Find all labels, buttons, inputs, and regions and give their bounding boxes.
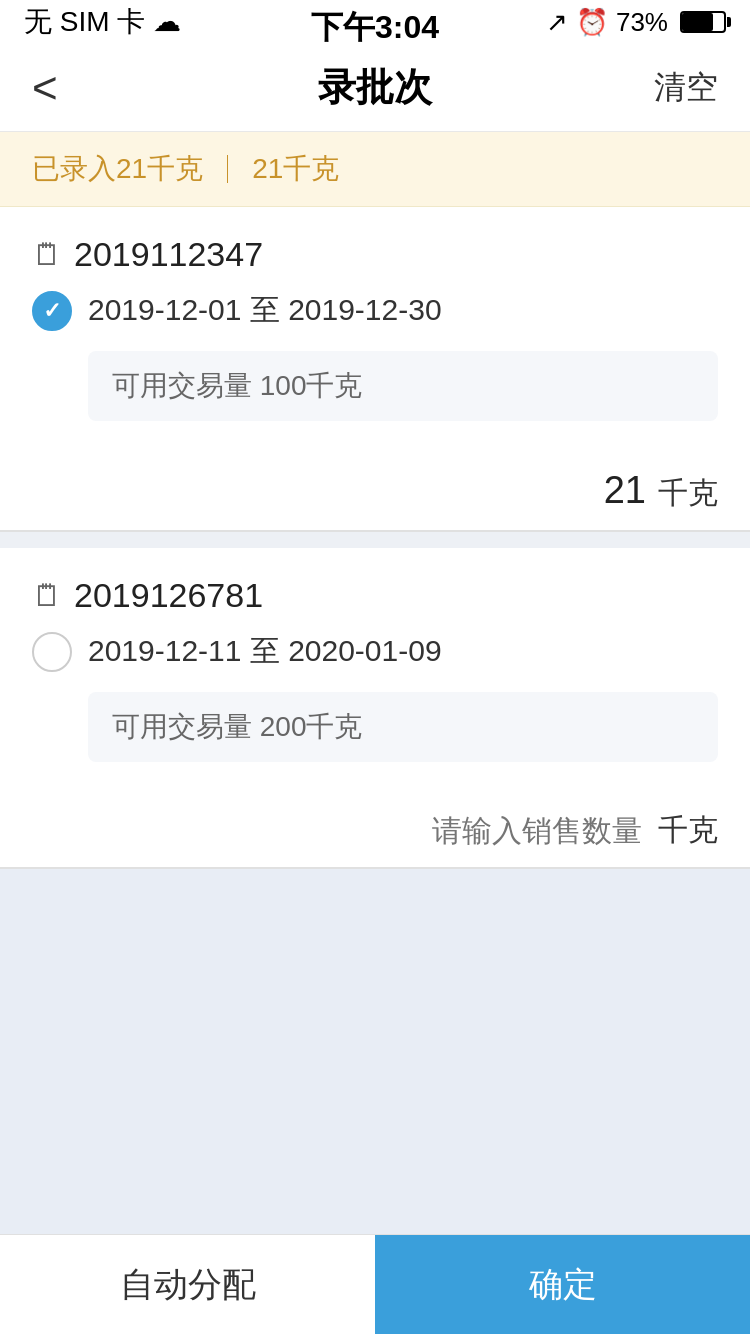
status-bar: 无 SIM 卡 ☁ 下午3:04 ↗ ⏰ 73% [0, 0, 750, 44]
doc-icon-2: 🗒 [32, 579, 62, 613]
clear-button[interactable]: 清空 [654, 66, 718, 110]
batch-2-radio[interactable] [32, 632, 72, 672]
batch-2-date-row[interactable]: 2019-12-11 至 2020-01-09 [32, 631, 718, 672]
battery-percent: 73% [616, 7, 668, 38]
batch-1-amount-row: 21 千克 [0, 449, 750, 532]
batch-1-amount-value: 21 [604, 469, 646, 512]
summary-banner: 已录入21千克 21千克 [0, 132, 750, 207]
batch-1-avail: 可用交易量 100千克 [88, 351, 718, 421]
batch-2-header: 🗒 2019126781 [32, 576, 718, 615]
batch-2-number: 2019126781 [74, 576, 263, 615]
empty-area [0, 869, 750, 1269]
battery-icon [680, 11, 726, 33]
batch-1-amount-unit: 千克 [658, 473, 718, 514]
bottom-bar: 自动分配 确定 [0, 1234, 750, 1334]
batch-1-number: 2019112347 [74, 235, 263, 274]
doc-icon-1: 🗒 [32, 238, 62, 272]
batch-1-date-row[interactable]: 2019-12-01 至 2019-12-30 [32, 290, 718, 331]
status-right: ↗ ⏰ 73% [546, 7, 726, 38]
batch-2-date: 2019-12-11 至 2020-01-09 [88, 631, 442, 672]
confirm-button[interactable]: 确定 [375, 1235, 750, 1334]
batch-1-date: 2019-12-01 至 2019-12-30 [88, 290, 442, 331]
sim-label: 无 SIM 卡 ☁ [24, 3, 181, 41]
batch-card-2: 🗒 2019126781 2019-12-11 至 2020-01-09 可用交… [0, 548, 750, 790]
auto-distribute-button[interactable]: 自动分配 [0, 1235, 375, 1334]
status-left: 无 SIM 卡 ☁ [24, 3, 181, 41]
batch-2-avail: 可用交易量 200千克 [88, 692, 718, 762]
total-amount: 21千克 [252, 150, 339, 188]
recorded-amount: 已录入21千克 [32, 150, 203, 188]
qty-input-2[interactable] [32, 814, 642, 848]
batch-card-1: 🗒 2019112347 2019-12-01 至 2019-12-30 可用交… [0, 207, 750, 449]
batch-1-header: 🗒 2019112347 [32, 235, 718, 274]
section-divider [0, 532, 750, 548]
batch-2-input-row[interactable]: 千克 [0, 790, 750, 869]
batch-1-radio[interactable] [32, 291, 72, 331]
nav-bar: < 录批次 清空 [0, 44, 750, 132]
page-title: 录批次 [318, 62, 432, 113]
batch-2-unit: 千克 [658, 810, 718, 851]
summary-divider [227, 155, 228, 183]
back-button[interactable]: < [32, 66, 58, 110]
alarm-icon: ⏰ [576, 7, 608, 38]
location-icon: ↗ [546, 7, 568, 38]
